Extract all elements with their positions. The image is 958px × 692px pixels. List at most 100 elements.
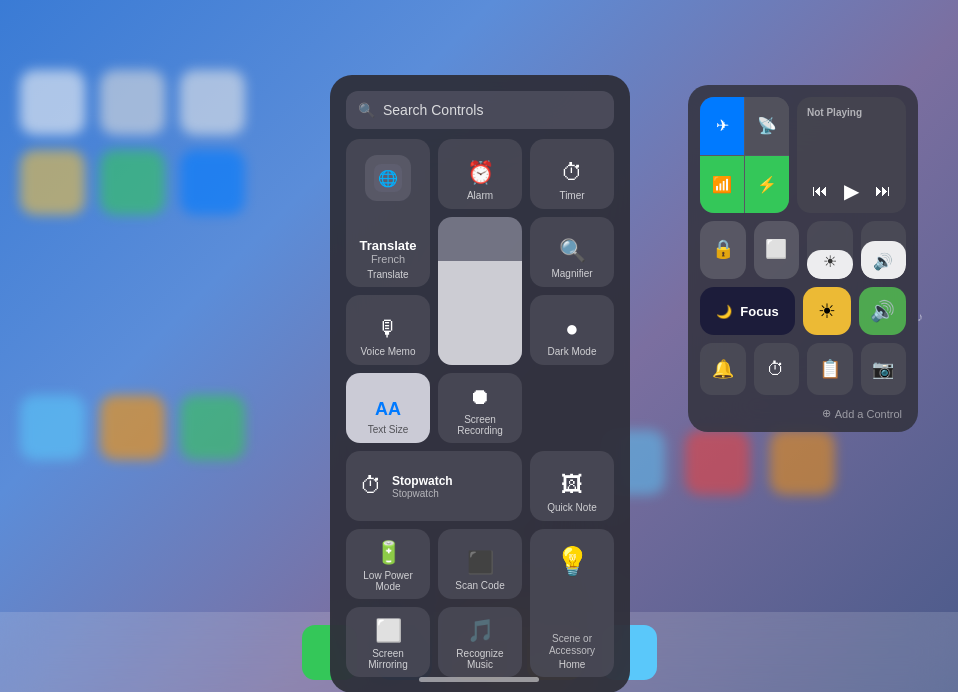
cc-volume-indicator[interactable]: 🔊 xyxy=(859,287,907,335)
scene-accessory-control[interactable]: 💡 Scene or Accessory Home xyxy=(530,529,614,677)
magnifier-icon: 🔍 xyxy=(559,238,586,264)
focus-moon-icon: 🌙 xyxy=(716,304,732,319)
cc-volume-slider[interactable]: 🔊 xyxy=(861,221,907,279)
rotation-lock-icon: 🔒 xyxy=(712,238,734,260)
bg-app-icon xyxy=(100,70,165,135)
cc-bell-btn[interactable]: 🔔 xyxy=(700,343,746,395)
brightness-icon: ☀ xyxy=(823,252,837,271)
scan-code-control[interactable]: ⬛ Scan Code xyxy=(438,529,522,599)
brightness-slider-control[interactable] xyxy=(438,217,522,365)
search-controls-bar[interactable]: 🔍 Search Controls xyxy=(346,91,614,129)
translate-main-label: Translate xyxy=(359,238,416,253)
cc-rotation-lock-btn[interactable]: 🔒 xyxy=(700,221,746,279)
bg-app-icon xyxy=(180,150,245,215)
scan-code-label: Scan Code xyxy=(455,580,504,592)
add-control-label: Add a Control xyxy=(835,408,902,420)
recognize-music-control[interactable]: 🎵 Recognize Music xyxy=(438,607,522,677)
alarm-control[interactable]: ⏰ Alarm xyxy=(438,139,522,209)
notes-icon: 📋 xyxy=(819,358,841,380)
stopwatch-sublabel: Stopwatch xyxy=(392,488,508,499)
screen-mirroring-label: Screen Mirroring xyxy=(352,648,424,670)
bg-app-icon xyxy=(20,395,85,460)
low-power-control[interactable]: 🔋 Low Power Mode xyxy=(346,529,430,599)
alarm-icon: ⏰ xyxy=(467,160,494,186)
text-size-control[interactable]: AA Text Size xyxy=(346,373,430,443)
recognize-music-label: Recognize Music xyxy=(444,648,516,670)
svg-text:🌐: 🌐 xyxy=(378,169,398,188)
search-controls-panel: 🔍 Search Controls 🌐 Translate French Tra… xyxy=(330,75,630,692)
cc-bluetooth-btn[interactable]: ⚡ xyxy=(745,156,789,214)
bell-icon: 🔔 xyxy=(712,358,734,380)
screen-recording-label: Screen Recording xyxy=(444,414,516,436)
cc-top-row: ✈ 📡 📶 ⚡ Not Playing ⏮ ▶ ⏭ xyxy=(700,97,906,213)
search-bar-text: Search Controls xyxy=(383,102,483,118)
screen-recording-control[interactable]: ⏺ Screen Recording xyxy=(438,373,522,443)
translate-icon: 🌐 xyxy=(365,155,411,201)
camera-icon: 📷 xyxy=(872,358,894,380)
quick-note-control[interactable]: 🖼 Quick Note xyxy=(530,451,614,521)
mirror-icon: ⬜ xyxy=(765,238,787,260)
cc-middle-row: 🔒 ⬜ ☀ 🔊 xyxy=(700,221,906,279)
voice-memo-control[interactable]: 🎙 Voice Memo xyxy=(346,295,430,365)
controls-grid: 🌐 Translate French Translate ⏰ Alarm ⏱ T… xyxy=(346,139,614,677)
timer-control[interactable]: ⏱ Timer xyxy=(530,139,614,209)
search-icon: 🔍 xyxy=(358,102,375,118)
volume-icon: 🔊 xyxy=(873,252,893,271)
background-apps xyxy=(20,70,300,475)
cc-airdrop-btn[interactable]: 📡 xyxy=(745,97,789,155)
alarm-label: Alarm xyxy=(467,190,493,202)
bluetooth-icon: ⚡ xyxy=(757,175,777,194)
voice-memo-label: Voice Memo xyxy=(360,346,415,358)
cc-timer-small-btn[interactable]: ⏱ xyxy=(754,343,800,395)
magnifier-control[interactable]: 🔍 Magnifier xyxy=(530,217,614,287)
scene-footer-label: Home xyxy=(559,659,586,670)
screen-mirroring-icon: ⬜ xyxy=(375,618,402,644)
scene-icon: 💡 xyxy=(555,545,590,578)
dark-mode-label: Dark Mode xyxy=(548,346,597,358)
airplane-icon: ✈ xyxy=(716,116,729,135)
volume-speaker-icon: 🔊 xyxy=(870,299,895,323)
scene-text-group: Scene or Accessory xyxy=(536,633,608,657)
text-size-label: Text Size xyxy=(368,424,409,436)
cc-focus-row: 🌙 Focus ☀ 🔊 xyxy=(700,287,906,335)
cc-camera-btn[interactable]: 📷 xyxy=(861,343,907,395)
bg-app-icon xyxy=(685,430,750,495)
screen-recording-icon: ⏺ xyxy=(469,384,491,410)
bg-app-icon xyxy=(180,395,245,460)
add-icon: ⊕ xyxy=(822,407,831,420)
cc-sun-btn[interactable]: ☀ xyxy=(803,287,851,335)
translate-control[interactable]: 🌐 Translate French Translate xyxy=(346,139,430,287)
stopwatch-control[interactable]: ⏱ Stopwatch Stopwatch xyxy=(346,451,522,521)
stopwatch-text: Stopwatch Stopwatch xyxy=(392,474,508,499)
home-indicator[interactable] xyxy=(419,677,539,682)
cc-wifi-btn[interactable]: 📶 xyxy=(700,156,744,214)
add-control-row[interactable]: ⊕ Add a Control xyxy=(700,403,906,420)
stopwatch-label: Stopwatch xyxy=(392,474,508,488)
translate-label-group: Translate French xyxy=(359,238,416,265)
stopwatch-icon: ⏱ xyxy=(360,473,382,499)
control-center-panel: ✈ 📡 📶 ⚡ Not Playing ⏮ ▶ ⏭ 🔒 xyxy=(688,85,918,432)
cc-small-row: 🔔 ⏱ 📋 📷 xyxy=(700,343,906,395)
cc-notes-btn[interactable]: 📋 xyxy=(807,343,853,395)
screen-mirroring-control[interactable]: ⬜ Screen Mirroring xyxy=(346,607,430,677)
bg-app-icon xyxy=(180,70,245,135)
cc-play-btn[interactable]: ▶ xyxy=(844,179,859,203)
low-power-icon: 🔋 xyxy=(375,540,402,566)
bg-bottom-icons xyxy=(600,430,835,495)
magnifier-label: Magnifier xyxy=(551,268,592,280)
timer-small-icon: ⏱ xyxy=(767,359,785,380)
airdrop-icon: 📡 xyxy=(757,116,777,135)
cc-focus-btn[interactable]: 🌙 Focus xyxy=(700,287,795,335)
wifi-icon: 📶 xyxy=(712,175,732,194)
recognize-music-icon: 🎵 xyxy=(467,618,494,644)
translate-footer: Translate xyxy=(367,269,408,280)
dark-mode-control[interactable]: ● Dark Mode xyxy=(530,295,614,365)
cc-network-grid[interactable]: ✈ 📡 📶 ⚡ xyxy=(700,97,789,213)
cc-airplane-btn[interactable]: ✈ xyxy=(700,97,744,155)
cc-brightness-slider[interactable]: ☀ xyxy=(807,221,853,279)
cc-prev-btn[interactable]: ⏮ xyxy=(812,182,828,200)
bg-app-icon xyxy=(100,395,165,460)
cc-mirror-btn[interactable]: ⬜ xyxy=(754,221,800,279)
cc-next-btn[interactable]: ⏭ xyxy=(875,182,891,200)
cc-media-title: Not Playing xyxy=(807,107,896,118)
